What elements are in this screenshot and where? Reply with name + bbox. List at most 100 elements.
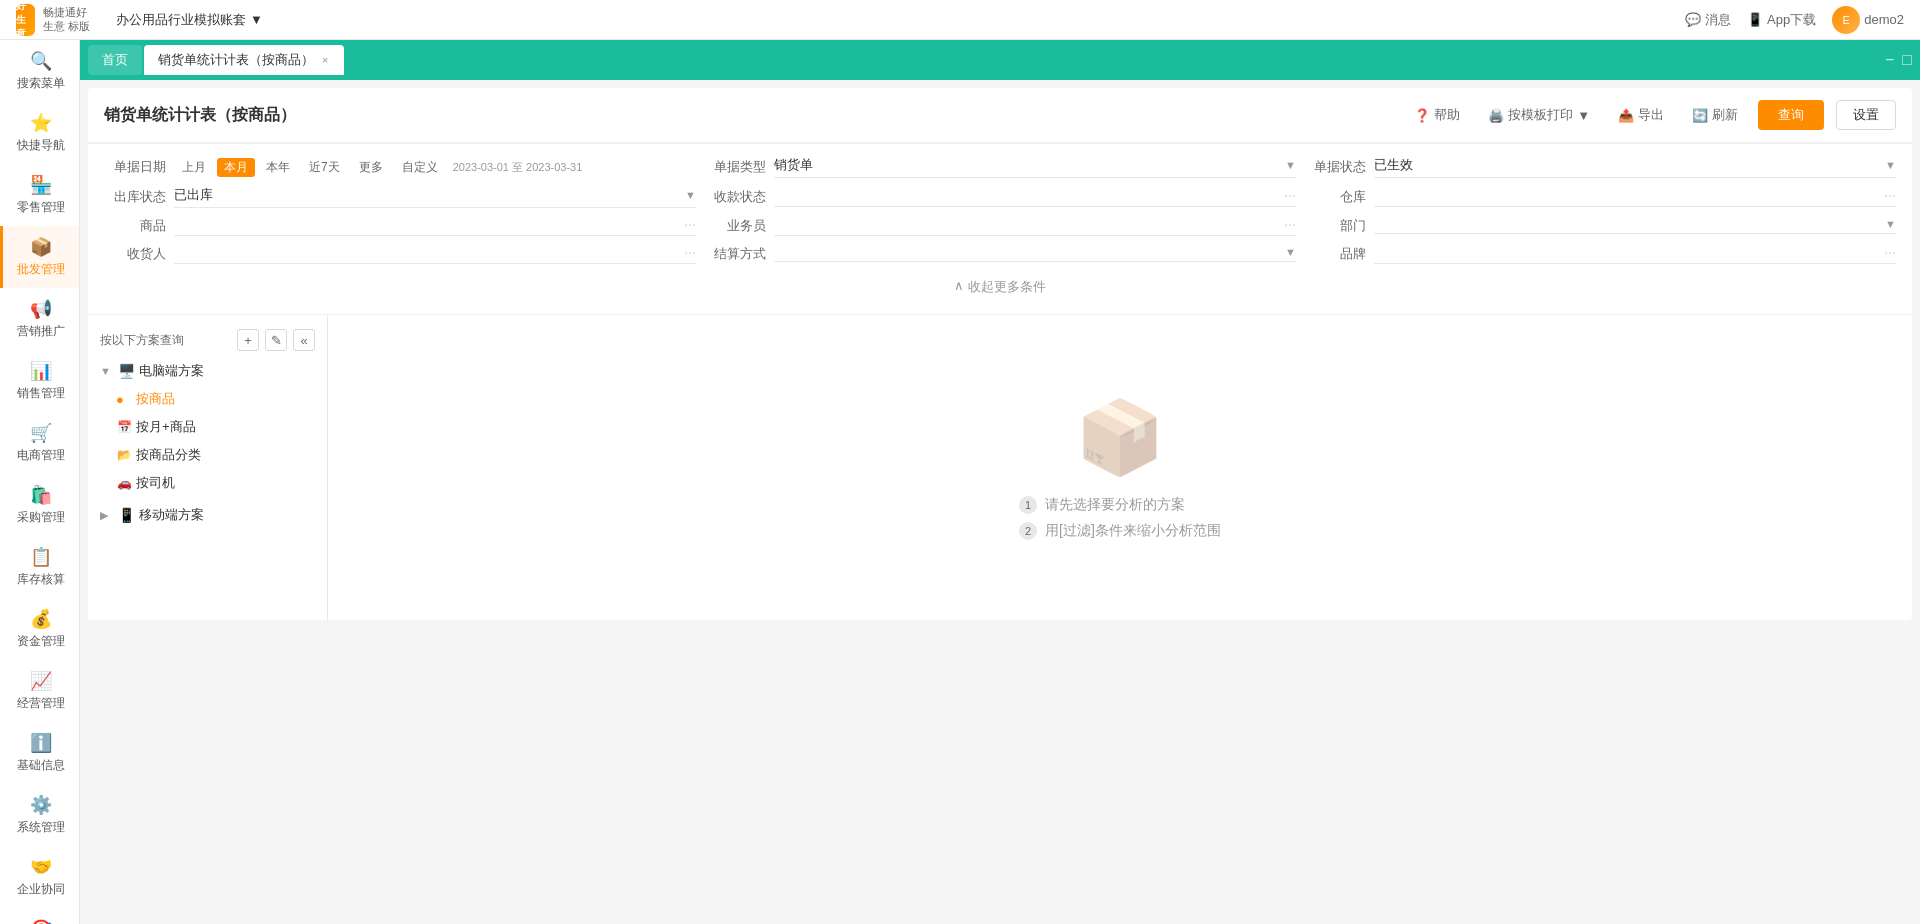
- scheme-item-by-category[interactable]: 📂 按商品分类: [108, 441, 323, 469]
- sidebar-item-finance[interactable]: 💰 资金管理: [0, 598, 79, 660]
- scheme-item-label-category: 按商品分类: [136, 446, 201, 464]
- receiver-dots[interactable]: ···: [684, 244, 696, 260]
- warehouse-dots[interactable]: ···: [1884, 187, 1896, 203]
- top-bar: 好生意 畅捷通好生意 标版 办公用品行业模拟账套 ▼ 💬 消息 📱 App下载 …: [0, 0, 1920, 40]
- filter-date-row: 单据日期 上月 本月 本年 近7天 更多 自定义 2023-03-01 至 20…: [104, 157, 696, 178]
- scheme-add-button[interactable]: +: [237, 329, 259, 351]
- sidebar-item-system[interactable]: ⚙️ 系统管理: [0, 784, 79, 846]
- sidebar-item-ecommerce[interactable]: 🛒 电商管理: [0, 412, 79, 474]
- sidebar-item-wholesale[interactable]: 📦 批发管理: [0, 226, 79, 288]
- sidebar-item-operation[interactable]: 📈 经营管理: [0, 660, 79, 722]
- finance-icon: 💰: [30, 608, 52, 630]
- app-download-button[interactable]: 📱 App下载: [1747, 11, 1816, 29]
- brand-label: 品牌: [1304, 245, 1374, 263]
- scheme-item-label-month-goods: 按月+商品: [136, 418, 196, 436]
- sidebar-item-corp[interactable]: 🤝 企业协同: [0, 846, 79, 908]
- print-button[interactable]: 🖨️ 按模板打印 ▼: [1480, 102, 1598, 128]
- scheme-header: 按以下方案查询 + ✎ «: [88, 323, 327, 357]
- date-tab-last7[interactable]: 近7天: [301, 157, 348, 178]
- query-button[interactable]: 查询: [1758, 100, 1824, 130]
- sidebar-item-marketing[interactable]: 📢 营销推广: [0, 288, 79, 350]
- sidebar-item-retail[interactable]: 🏪 零售管理: [0, 164, 79, 226]
- docstatus-label: 单据状态: [1304, 158, 1374, 176]
- date-tab-this-month[interactable]: 本月: [217, 158, 255, 177]
- sidebar-item-search-menu[interactable]: 🔍 搜索菜单: [0, 40, 79, 102]
- tab-minimize-button[interactable]: −: [1885, 51, 1894, 69]
- active-indicator-icon: ●: [116, 392, 132, 407]
- refresh-icon: 🔄: [1692, 108, 1708, 123]
- tree-pc-section[interactable]: ▼ 🖥️ 电脑端方案: [92, 357, 323, 385]
- sidebar-item-inventory[interactable]: 📋 库存核算: [0, 536, 79, 598]
- app-selector-arrow: ▼: [250, 12, 263, 27]
- message-label: 消息: [1705, 11, 1731, 29]
- purchase-icon: 🛍️: [30, 484, 52, 506]
- hint-num-2: 2: [1019, 522, 1037, 540]
- basic-icon: ℹ️: [30, 732, 52, 754]
- date-tab-last-month[interactable]: 上月: [174, 157, 214, 178]
- scheme-item-by-goods[interactable]: ● 按商品: [108, 385, 323, 413]
- sidebar-label-system: 系统管理: [17, 819, 65, 836]
- filter-doctype-row: 单据类型 销货单 ▼: [704, 156, 1296, 178]
- date-tab-more[interactable]: 更多: [351, 157, 391, 178]
- sidebar-label-corp: 企业协同: [17, 881, 65, 898]
- doctype-arrow-icon[interactable]: ▼: [1285, 159, 1296, 171]
- help-label: 帮助: [1434, 106, 1460, 124]
- tab-maximize-button[interactable]: □: [1902, 51, 1912, 69]
- logo-area: 好生意 畅捷通好生意 标版: [16, 4, 96, 36]
- tab-home[interactable]: 首页: [88, 45, 142, 75]
- brand-dots[interactable]: ···: [1884, 244, 1896, 260]
- sidebar-item-quick-nav[interactable]: ⭐ 快捷导航: [0, 102, 79, 164]
- tree-mobile-section[interactable]: ▶ 📱 移动端方案: [92, 501, 323, 529]
- sidebar-label-retail: 零售管理: [17, 199, 65, 216]
- date-tab-custom[interactable]: 自定义: [394, 157, 446, 178]
- sidebar-label-quick: 快捷导航: [17, 137, 65, 154]
- scheme-item-by-month-goods[interactable]: 📅 按月+商品: [108, 413, 323, 441]
- collectstatus-dots[interactable]: ···: [1284, 187, 1296, 203]
- setting-button[interactable]: 设置: [1836, 100, 1896, 130]
- marketing-icon: 📢: [30, 298, 52, 320]
- goods-dots[interactable]: ···: [684, 216, 696, 232]
- message-button[interactable]: 💬 消息: [1685, 11, 1731, 29]
- warehouse-label: 仓库: [1304, 188, 1374, 206]
- dept-arrow-icon[interactable]: ▼: [1885, 218, 1896, 230]
- filter-goods-row: 商品 ···: [104, 216, 696, 236]
- empty-hint-1: 1 请先选择要分析的方案: [1019, 496, 1221, 514]
- help-button[interactable]: ❓ 帮助: [1406, 102, 1468, 128]
- collapse-button[interactable]: ∧ 收起更多条件: [104, 272, 1896, 302]
- tab-active[interactable]: 销货单统计计表（按商品） ×: [144, 45, 344, 75]
- sidebar-label-inventory: 库存核算: [17, 571, 65, 588]
- settle-arrow-icon[interactable]: ▼: [1285, 246, 1296, 258]
- refresh-button[interactable]: 🔄 刷新: [1684, 102, 1746, 128]
- sidebar-item-purchase[interactable]: 🛍️ 采购管理: [0, 474, 79, 536]
- doctype-value: 销货单: [774, 156, 1285, 174]
- two-panel: 按以下方案查询 + ✎ « ▼ 🖥️ 电脑端方案: [88, 315, 1912, 620]
- docstatus-arrow-icon[interactable]: ▼: [1885, 159, 1896, 171]
- sidebar-item-basic[interactable]: ℹ️ 基础信息: [0, 722, 79, 784]
- filter-docstatus-row: 单据状态 已生效 ▼: [1304, 156, 1896, 178]
- help-icon: ❓: [1414, 108, 1430, 123]
- sidebar-item-sales[interactable]: 📊 销售管理: [0, 350, 79, 412]
- hint-text-2: 用[过滤]条件来缩小分析范围: [1045, 522, 1221, 540]
- export-button[interactable]: 📤 导出: [1610, 102, 1672, 128]
- page-title: 销货单统计计表（按商品）: [104, 105, 1406, 126]
- print-icon: 🖨️: [1488, 108, 1504, 123]
- user-menu[interactable]: E demo2: [1832, 6, 1904, 34]
- sidebar-item-newbie[interactable]: 🎯 新手引导: [0, 908, 79, 924]
- scheme-panel: 按以下方案查询 + ✎ « ▼ 🖥️ 电脑端方案: [88, 315, 328, 620]
- tab-close-button[interactable]: ×: [320, 53, 330, 67]
- receiver-label: 收货人: [104, 245, 174, 263]
- date-tab-this-year[interactable]: 本年: [258, 157, 298, 178]
- page-content: 销货单统计计表（按商品） ❓ 帮助 🖨️ 按模板打印 ▼ 📤: [80, 80, 1920, 924]
- docstatus-value: 已生效: [1374, 156, 1885, 174]
- sidebar-label-marketing: 营销推广: [17, 323, 65, 340]
- scheme-tools: + ✎ «: [237, 329, 315, 351]
- logo-icon: 好生意: [16, 4, 35, 36]
- outstatus-arrow-icon[interactable]: ▼: [685, 189, 696, 201]
- scheme-item-by-unit[interactable]: 🚗 按司机: [108, 469, 323, 497]
- scheme-collapse-button[interactable]: «: [293, 329, 315, 351]
- sidebar-label-operation: 经营管理: [17, 695, 65, 712]
- app-selector[interactable]: 办公用品行业模拟账套 ▼: [108, 7, 271, 33]
- salesman-dots[interactable]: ···: [1284, 216, 1296, 232]
- logo-text: 畅捷通好生意 标版: [43, 6, 96, 32]
- scheme-edit-button[interactable]: ✎: [265, 329, 287, 351]
